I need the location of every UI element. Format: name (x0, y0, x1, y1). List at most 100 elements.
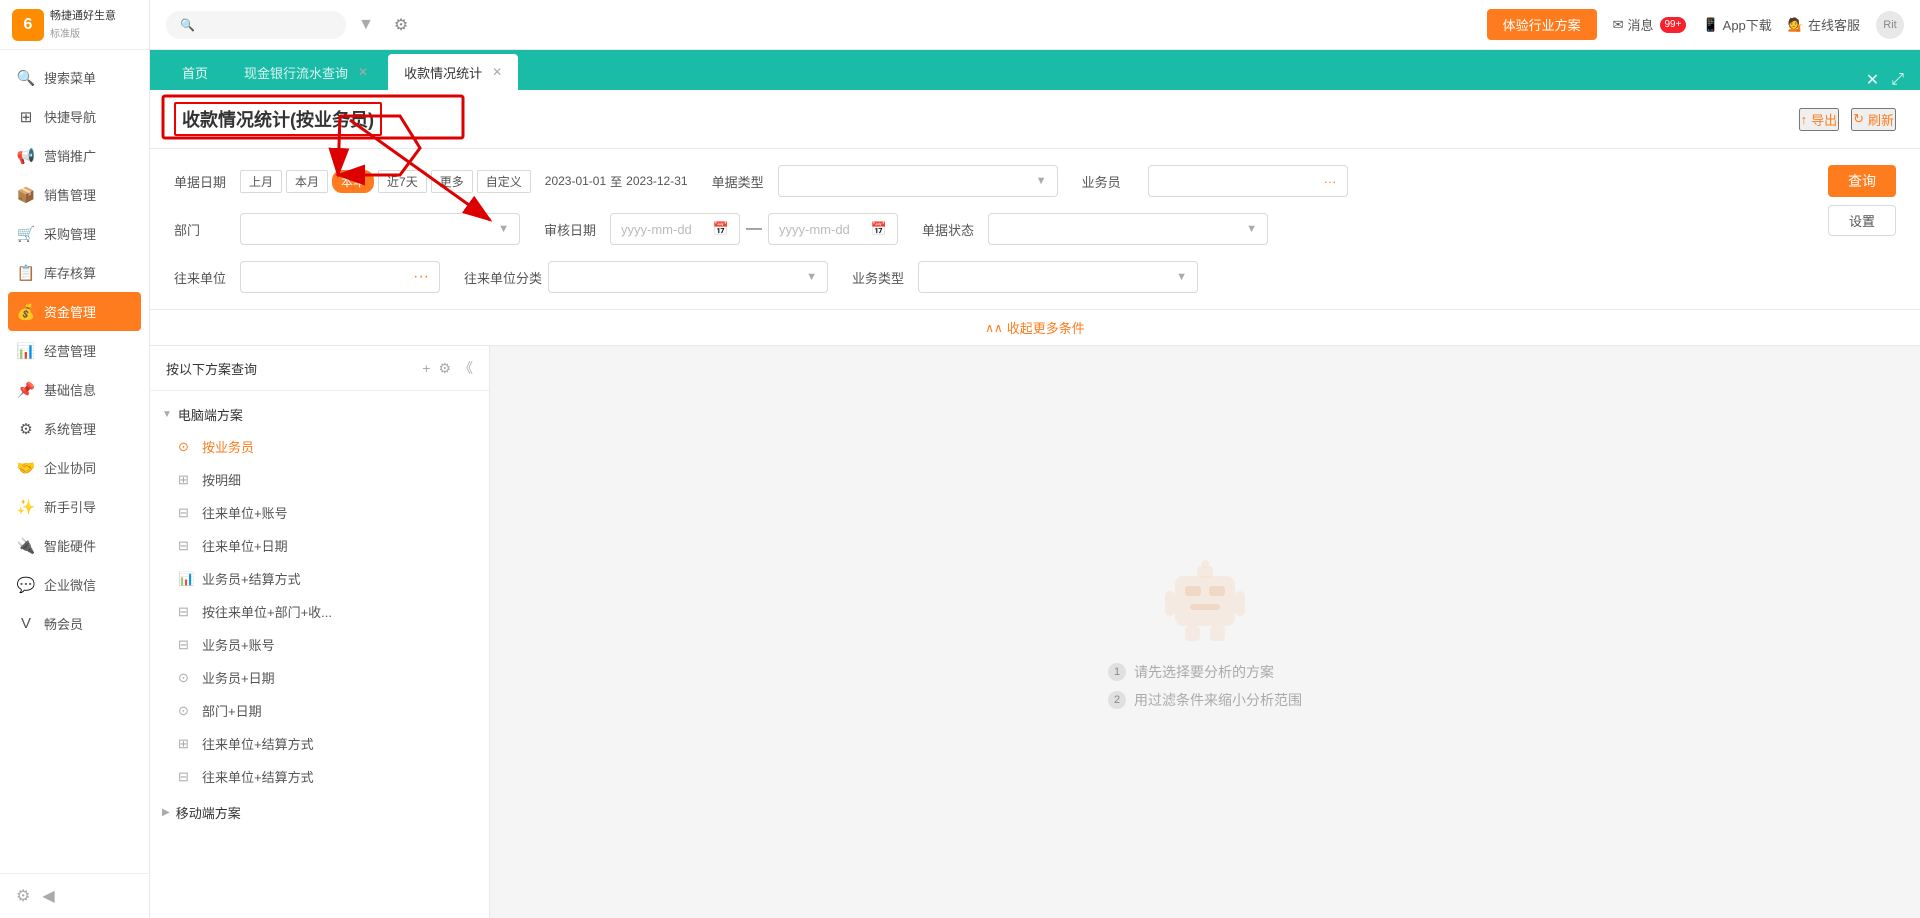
message-icon: ✉ (1613, 17, 1624, 33)
scheme-item-by-salesperson-account[interactable]: ⊟ 业务员+账号 (150, 628, 489, 661)
basic-icon: 📌 (16, 381, 36, 399)
sidebar-nav: 🔍 搜索菜单 ⊞ 快捷导航 📢 营销推广 📦 销售管理 🛒 采购管理 📋 库存核… (0, 50, 149, 873)
sidebar-item-marketing[interactable]: 📢 营销推广 (0, 136, 149, 175)
scheme-item-by-detail[interactable]: ⊞ 按明细 (150, 463, 489, 496)
sidebar-item-search-menu[interactable]: 🔍 搜索菜单 (0, 58, 149, 97)
date-btn-this-month[interactable]: 本月 (286, 170, 328, 193)
scheme-item-by-unit-settlement1[interactable]: ⊞ 往来单位+结算方式 (150, 727, 489, 760)
empty-tip-2: 2 用过滤条件来缩小分析范围 (1108, 690, 1302, 710)
salesperson-label: 业务员 (1082, 172, 1142, 191)
sidebar-item-smart-hw[interactable]: 🔌 智能硬件 (0, 526, 149, 565)
sidebar-item-label: 快捷导航 (44, 107, 96, 126)
trial-button[interactable]: 体验行业方案 (1487, 9, 1597, 40)
scheme-item-by-unit-settlement2[interactable]: ⊟ 往来单位+结算方式 (150, 760, 489, 793)
message-button[interactable]: ✉ 消息 99+ (1613, 15, 1687, 34)
close-collection-tab[interactable]: ✕ (492, 65, 502, 79)
tab-home[interactable]: 首页 (166, 54, 224, 90)
sidebar-item-quick-nav[interactable]: ⊞ 快捷导航 (0, 97, 149, 136)
by-unit-settlement2-icon: ⊟ (178, 769, 196, 785)
counterpart-type-select[interactable]: ▼ (548, 261, 828, 293)
scheme-group-mobile-title[interactable]: ▶ 移动端方案 (150, 797, 489, 828)
panel-add-button[interactable]: + (422, 360, 430, 376)
user-avatar[interactable]: Rit (1876, 11, 1904, 39)
date-range-display: 2023-01-01 至 2023-12-31 (545, 173, 688, 190)
query-button[interactable]: 查询 (1828, 165, 1896, 197)
sidebar-item-basic[interactable]: 📌 基础信息 (0, 370, 149, 409)
collapse-sidebar-icon[interactable]: ◀ (42, 886, 54, 906)
scheme-item-by-unit-date[interactable]: ⊟ 往来单位+日期 (150, 529, 489, 562)
online-service-button[interactable]: 💁 在线客服 (1788, 15, 1860, 34)
scheme-list: ▼ 电脑端方案 ⊙ 按业务员 ⊞ 按明细 ⊟ (150, 391, 489, 918)
scheme-item-by-unit-account[interactable]: ⊟ 往来单位+账号 (150, 496, 489, 529)
salesperson-select[interactable]: ··· (1148, 165, 1348, 197)
settings-bottom-icon[interactable]: ⚙ (16, 886, 30, 906)
counterpart-select[interactable]: ··· (240, 261, 440, 293)
scheme-group-pc-title[interactable]: ▼ 电脑端方案 (150, 399, 489, 430)
tab-bank-flow[interactable]: 现金银行流水查询 ✕ (228, 54, 384, 90)
panel-header: 按以下方案查询 + ⚙ 《 (150, 346, 489, 391)
by-salesperson-date-icon: ⊙ (178, 670, 196, 686)
sidebar-item-member[interactable]: V 畅会员 (0, 604, 149, 643)
sidebar-item-newbie[interactable]: ✨ 新手引导 (0, 487, 149, 526)
by-unit-settlement1-icon: ⊞ (178, 736, 196, 752)
review-date-to-placeholder: yyyy-mm-dd (779, 222, 850, 237)
date-btn-this-year[interactable]: 本年 (332, 170, 374, 193)
marketing-icon: 📢 (16, 147, 36, 165)
sidebar-item-purchase[interactable]: 🛒 采购管理 (0, 214, 149, 253)
sidebar-item-enterprise-wx[interactable]: 💬 企业微信 (0, 565, 149, 604)
topbar-chevron[interactable]: ▼ (358, 16, 374, 34)
voucher-type-arrow: ▼ (1036, 175, 1047, 187)
filter-settings-button[interactable]: 设置 (1828, 205, 1896, 236)
salesperson-more-icon[interactable]: ··· (1324, 174, 1337, 189)
date-btn-more[interactable]: 更多 (431, 170, 473, 193)
sidebar-item-inventory[interactable]: 📋 库存核算 (0, 253, 149, 292)
collapse-bar[interactable]: ∧∧ 收起更多条件 (150, 310, 1920, 346)
scheme-item-by-salesperson-settlement[interactable]: 📊 业务员+结算方式 (150, 562, 489, 595)
dept-arrow: ▼ (498, 223, 509, 235)
app-download-button[interactable]: 📱 App下载 (1702, 15, 1771, 34)
sidebar-item-sales[interactable]: 📦 销售管理 (0, 175, 149, 214)
tab-collection[interactable]: 收款情况统计 ✕ (388, 54, 518, 90)
biz-type-filter: 业务类型 ▼ (852, 261, 1198, 293)
scheme-group-mobile: ▶ 移动端方案 (150, 797, 489, 828)
scheme-item-by-salesperson-date[interactable]: ⊙ 业务员+日期 (150, 661, 489, 694)
scheme-item-by-dept-date[interactable]: ⊙ 部门+日期 (150, 694, 489, 727)
sidebar-item-system[interactable]: ⚙ 系统管理 (0, 409, 149, 448)
topbar-gear-icon[interactable]: ⚙ (394, 15, 408, 35)
scheme-item-by-unit-dept-collection[interactable]: ⊟ 按往来单位+部门+收... (150, 595, 489, 628)
date-btn-last-month[interactable]: 上月 (240, 170, 282, 193)
topbar-search[interactable]: 🔍 (166, 11, 346, 39)
sidebar-item-capital[interactable]: 💰 资金管理 (8, 292, 141, 331)
scheme-item-by-salesperson[interactable]: ⊙ 按业务员 (150, 430, 489, 463)
member-icon: V (16, 615, 36, 632)
sidebar-item-enterprise[interactable]: 🤝 企业协同 (0, 448, 149, 487)
sidebar-item-management[interactable]: 📊 经营管理 (0, 331, 149, 370)
voucher-type-select[interactable]: ▼ (778, 165, 1058, 197)
refresh-button[interactable]: ↻ 刷新 (1851, 108, 1896, 131)
export-icon: ↑ (1801, 112, 1808, 127)
close-all-tabs-icon[interactable]: ✕ (1866, 70, 1879, 90)
panel-collapse-button[interactable]: 《 (459, 358, 473, 378)
mobile-group-arrow: ▶ (162, 807, 170, 818)
voucher-status-select[interactable]: ▼ (988, 213, 1268, 245)
biz-type-select[interactable]: ▼ (918, 261, 1198, 293)
date-btn-custom[interactable]: 自定义 (477, 170, 531, 193)
sidebar-item-label: 智能硬件 (44, 536, 96, 555)
enterprise-wx-icon: 💬 (16, 576, 36, 594)
date-to: 2023-12-31 (626, 174, 687, 188)
close-bank-flow-tab[interactable]: ✕ (358, 65, 368, 79)
sidebar-item-label: 企业微信 (44, 575, 96, 594)
counterpart-type-label: 往来单位分类 (464, 268, 542, 287)
panel-settings-button[interactable]: ⚙ (438, 360, 451, 377)
counterpart-more-icon[interactable]: ··· (413, 268, 429, 286)
expand-tabs-icon[interactable]: ⤢ (1891, 71, 1904, 89)
bank-flow-tab-label: 现金银行流水查询 (244, 63, 348, 82)
export-button[interactable]: ↑ 导出 (1799, 108, 1840, 131)
dept-select[interactable]: ▼ (240, 213, 520, 245)
main-content: 🔍 ▼ ⚙ 体验行业方案 ✉ 消息 99+ 📱 App下载 💁 在线客服 Rit (150, 0, 1920, 918)
sidebar-item-label: 畅会员 (44, 614, 83, 633)
empty-robot-illustration (1155, 546, 1255, 646)
review-date-to[interactable]: yyyy-mm-dd 📅 (768, 213, 898, 245)
date-btn-7days[interactable]: 近7天 (378, 170, 427, 193)
review-date-from[interactable]: yyyy-mm-dd 📅 (610, 213, 740, 245)
